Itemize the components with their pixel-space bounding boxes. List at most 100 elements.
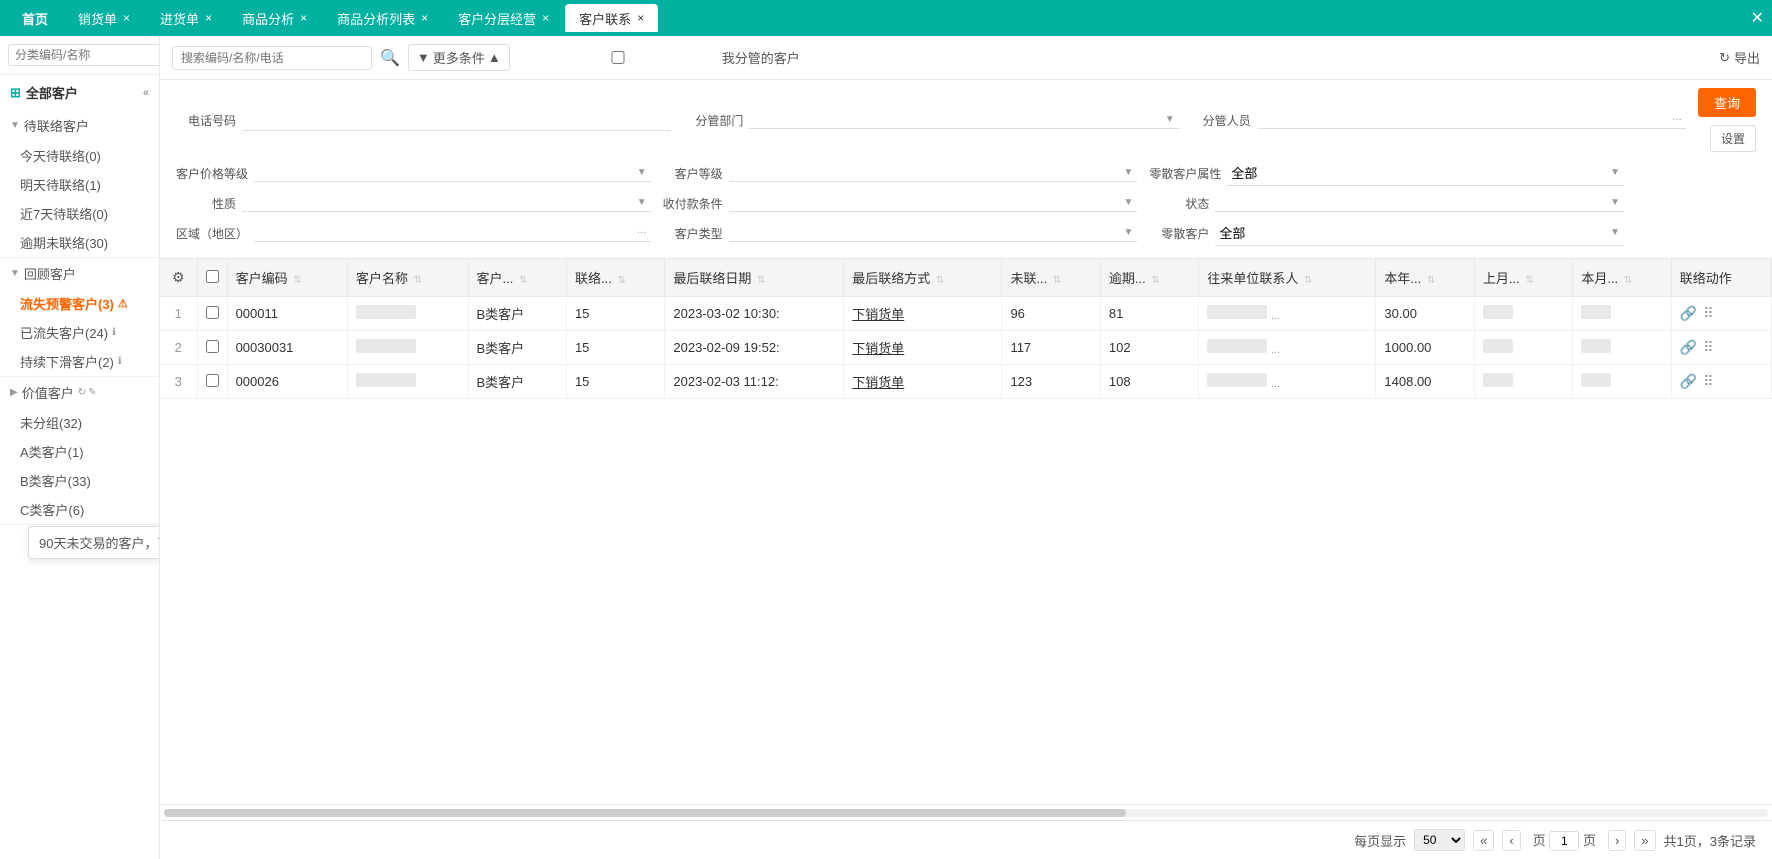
- status-label: 状态: [1149, 195, 1209, 212]
- close-all-tabs[interactable]: ✕: [1751, 8, 1764, 28]
- sidebar-collapse-icon[interactable]: «: [143, 87, 149, 99]
- warning-icon: ⚠: [118, 297, 128, 310]
- col-sort-icon9[interactable]: ⇅: [1304, 275, 1312, 286]
- tab-home[interactable]: 首页: [8, 4, 62, 32]
- dept-select[interactable]: ▼: [749, 111, 1178, 129]
- last-method-link[interactable]: 下销货单: [852, 341, 904, 356]
- tab-sales-close[interactable]: ×: [123, 11, 130, 25]
- col-sort-icon5[interactable]: ⇅: [757, 275, 765, 286]
- scroll-thumb[interactable]: [164, 809, 1126, 817]
- sidebar-item-today[interactable]: 今天待联络(0): [0, 141, 159, 170]
- next-page-button[interactable]: ›: [1608, 830, 1626, 851]
- zero-customer-select[interactable]: 全部 ▼: [1215, 220, 1624, 246]
- col-sort-icon4[interactable]: ⇅: [617, 275, 625, 286]
- select-all-checkbox[interactable]: [206, 270, 219, 283]
- col-sort-icon8[interactable]: ⇅: [1151, 275, 1159, 286]
- tab-customer-contact[interactable]: 客户联系 ×: [565, 4, 658, 32]
- tab-analysis[interactable]: 商品分析 ×: [228, 4, 321, 32]
- customer-type-select[interactable]: ▼: [729, 224, 1138, 242]
- action-more-icon[interactable]: ⠿: [1703, 373, 1713, 390]
- customer-level-select[interactable]: ▼: [729, 164, 1138, 182]
- edit-icon[interactable]: ✎: [88, 387, 96, 398]
- row-num: 2: [160, 331, 197, 365]
- row-checkbox[interactable]: [206, 340, 219, 353]
- tab-purchase[interactable]: 进货单 ×: [146, 4, 226, 32]
- last-method-link[interactable]: 下销货单: [852, 375, 904, 390]
- sidebar-search-input[interactable]: [8, 44, 160, 66]
- region-select[interactable]: ···: [254, 224, 651, 242]
- sidebar-group-pending-title[interactable]: ▼ 待联络客户: [0, 110, 159, 141]
- payment-select[interactable]: ▼: [729, 194, 1138, 212]
- col-sort-icon6[interactable]: ⇅: [936, 275, 944, 286]
- col-sort-icon[interactable]: ⇅: [293, 275, 301, 286]
- filter-customer-level: 客户等级 ▼: [663, 164, 1138, 182]
- tab-purchase-close[interactable]: ×: [205, 11, 212, 25]
- col-sort-icon12[interactable]: ⇅: [1624, 275, 1632, 286]
- col-sort-icon11[interactable]: ⇅: [1525, 275, 1533, 286]
- col-sort-icon2[interactable]: ⇅: [414, 275, 422, 286]
- sidebar-item-7days[interactable]: 近7天待联络(0): [0, 199, 159, 228]
- sidebar-item-declining[interactable]: 持续下滑客户(2) ℹ: [0, 347, 159, 376]
- sidebar-group-value-title[interactable]: ▶ 价值客户 ↻ ✎: [0, 377, 159, 408]
- person-select[interactable]: ···: [1257, 111, 1686, 129]
- query-button[interactable]: 查询: [1698, 88, 1756, 117]
- sidebar-item-tomorrow[interactable]: 明天待联络(1): [0, 170, 159, 199]
- action-link-icon[interactable]: 🔗: [1680, 373, 1697, 390]
- sidebar-item-c-class[interactable]: C类客户(6): [0, 495, 159, 524]
- my-customers-checkbox-label[interactable]: 我分管的客户: [518, 48, 800, 67]
- toolbar-right: ↻ 导出: [1719, 48, 1760, 67]
- status-select[interactable]: ▼: [1215, 194, 1624, 212]
- col-sort-icon7[interactable]: ⇅: [1053, 275, 1061, 286]
- sidebar-item-churn-warning[interactable]: 流失预警客户(3) ⚠: [0, 289, 159, 318]
- sidebar-item-overdue[interactable]: 逾期未联络(30): [0, 228, 159, 257]
- sidebar-group-review-title[interactable]: ▼ 回顾客户: [0, 258, 159, 289]
- col-name-label: 客户名称: [356, 271, 408, 286]
- col-last-date-label: 最后联络日期: [673, 271, 751, 286]
- page-number-label: 页 页: [1533, 830, 1596, 851]
- first-page-button[interactable]: «: [1473, 830, 1494, 851]
- tab-analysis-close[interactable]: ×: [300, 11, 307, 25]
- search-button[interactable]: 🔍: [380, 48, 400, 68]
- col-sort-icon10[interactable]: ⇅: [1427, 275, 1435, 286]
- col-overdue-label: 逾期...: [1109, 271, 1146, 286]
- phone-input[interactable]: [242, 110, 671, 131]
- row-checkbox[interactable]: [206, 374, 219, 387]
- column-settings-button[interactable]: ⚙: [168, 267, 189, 288]
- more-conditions-button[interactable]: ▼ 更多条件 ▲: [408, 44, 510, 71]
- price-level-select[interactable]: ▼: [254, 164, 651, 182]
- nature-select[interactable]: ▼: [242, 194, 651, 212]
- tab-customer-segment[interactable]: 客户分层经营 ×: [444, 4, 563, 32]
- col-code-label: 客户编码: [236, 271, 288, 286]
- action-link-icon[interactable]: 🔗: [1680, 305, 1697, 322]
- grid-icon: ⊞: [10, 85, 21, 101]
- tab-customer-segment-close[interactable]: ×: [542, 11, 549, 25]
- table-area: ⚙ 客户编码 ⇅ 客户名称 ⇅: [160, 259, 1772, 804]
- export-button[interactable]: ↻ 导出: [1719, 48, 1760, 67]
- tab-customer-contact-close[interactable]: ×: [637, 11, 644, 25]
- my-customers-checkbox[interactable]: [518, 51, 718, 64]
- horizontal-scrollbar[interactable]: [160, 804, 1772, 820]
- tab-sales[interactable]: 销货单 ×: [64, 4, 144, 32]
- page-input[interactable]: [1549, 831, 1579, 851]
- zero-attr-select[interactable]: 全部 ▼: [1227, 160, 1624, 186]
- tab-analysis-list[interactable]: 商品分析列表 ×: [323, 4, 442, 32]
- per-page-select[interactable]: 50 100 200: [1414, 829, 1465, 851]
- sidebar-item-b-class[interactable]: B类客户(33): [0, 466, 159, 495]
- last-method-link[interactable]: 下销货单: [852, 307, 904, 322]
- setting-button[interactable]: 设置: [1710, 125, 1756, 152]
- action-more-icon[interactable]: ⠿: [1703, 339, 1713, 356]
- sidebar-item-churned[interactable]: 已流失客户(24) ℹ: [0, 318, 159, 347]
- sidebar-item-ungrouped[interactable]: 未分组(32): [0, 408, 159, 437]
- prev-page-button[interactable]: ‹: [1502, 830, 1520, 851]
- action-more-icon[interactable]: ⠿: [1703, 305, 1713, 322]
- refresh-icon[interactable]: ↻: [78, 387, 86, 398]
- row-checkbox[interactable]: [206, 306, 219, 319]
- row-this-year: 30.00: [1376, 297, 1474, 331]
- search-input[interactable]: [172, 46, 372, 70]
- sidebar-item-a-class[interactable]: A类客户(1): [0, 437, 159, 466]
- all-customers-section[interactable]: ⊞ 全部客户 «: [0, 75, 159, 110]
- col-sort-icon3[interactable]: ⇅: [519, 275, 527, 286]
- last-page-button[interactable]: »: [1634, 830, 1655, 851]
- tab-analysis-list-close[interactable]: ×: [421, 11, 428, 25]
- action-link-icon[interactable]: 🔗: [1680, 339, 1697, 356]
